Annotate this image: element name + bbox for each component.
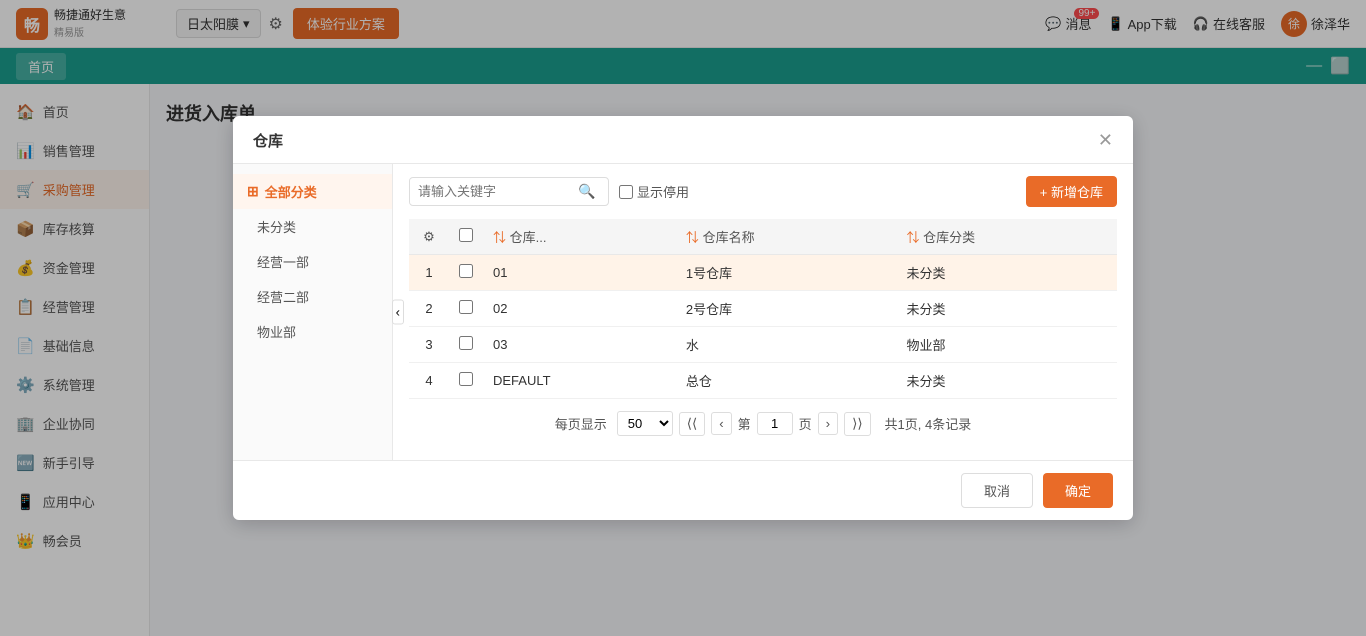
row-name: 1号仓库 — [676, 255, 897, 291]
table-row[interactable]: 3 03 水 物业部 — [409, 327, 1117, 363]
category-label-property: 物业部 — [257, 325, 296, 340]
th-name-label: 仓库名称 — [703, 230, 755, 245]
page-word: 第 — [738, 414, 751, 433]
sort-icon: ⇅ — [493, 230, 506, 245]
th-checkbox[interactable] — [449, 219, 483, 255]
row-code: 01 — [483, 255, 676, 291]
sort-icon-name: ⇅ — [686, 230, 699, 245]
grid-icon: ⊞ — [247, 183, 259, 200]
page-label: 页 — [799, 414, 812, 433]
table-panel: 🔍 显示停用 + 新增仓库 ⚙ ⇅ — [393, 164, 1133, 460]
sort-icon-cat: ⇅ — [906, 230, 919, 245]
category-label-ops1: 经营一部 — [257, 255, 309, 270]
category-label-uncategorized: 未分类 — [257, 220, 296, 235]
row-seq: 2 — [409, 291, 449, 327]
page-size-select[interactable]: 50 100 — [617, 411, 673, 436]
pagination: 每页显示 50 100 ⟨⟨ ‹ 第 页 › ⟩⟩ 共1页, 4条记录 — [409, 399, 1117, 448]
row-category: 未分类 — [896, 363, 1117, 399]
row-seq: 4 — [409, 363, 449, 399]
chevron-left-icon: ‹ — [396, 305, 400, 320]
modal-header: 仓库 ✕ — [233, 116, 1133, 164]
row-checkbox-cell[interactable] — [449, 255, 483, 291]
row-code: DEFAULT — [483, 363, 676, 399]
show-disabled-checkbox[interactable] — [619, 185, 633, 199]
table-body: 1 01 1号仓库 未分类 2 02 2号仓库 未分类 3 — [409, 255, 1117, 399]
category-item-ops1[interactable]: 经营一部 — [233, 244, 392, 279]
category-item-property[interactable]: 物业部 — [233, 314, 392, 349]
table-row[interactable]: 2 02 2号仓库 未分类 — [409, 291, 1117, 327]
table-row[interactable]: 1 01 1号仓库 未分类 — [409, 255, 1117, 291]
search-box: 🔍 — [409, 177, 609, 206]
row-checkbox-cell[interactable] — [449, 291, 483, 327]
page-next-btn[interactable]: › — [818, 412, 838, 435]
th-category-label: 仓库分类 — [923, 230, 975, 245]
row-category: 未分类 — [896, 255, 1117, 291]
page-input[interactable] — [757, 412, 793, 435]
category-item-uncategorized[interactable]: 未分类 — [233, 209, 392, 244]
row-name: 2号仓库 — [676, 291, 897, 327]
modal-title: 仓库 — [253, 130, 283, 151]
table-toolbar: 🔍 显示停用 + 新增仓库 — [409, 176, 1117, 207]
category-label-ops2: 经营二部 — [257, 290, 309, 305]
category-panel: ⊞ 全部分类 未分类 经营一部 经营二部 物业部 ‹ — [233, 164, 393, 460]
row-checkbox-cell[interactable] — [449, 363, 483, 399]
modal-body: ⊞ 全部分类 未分类 经营一部 经营二部 物业部 ‹ — [233, 164, 1133, 460]
row-checkbox[interactable] — [459, 336, 473, 350]
category-all-label: 全部分类 — [265, 182, 317, 201]
page-last-btn[interactable]: ⟩⟩ — [844, 412, 870, 436]
category-item-ops2[interactable]: 经营二部 — [233, 279, 392, 314]
total-info: 共1页, 4条记录 — [885, 414, 972, 433]
search-icon[interactable]: 🔍 — [570, 178, 603, 205]
row-checkbox[interactable] — [459, 372, 473, 386]
page-size-label: 每页显示 — [555, 414, 607, 433]
th-name: ⇅ 仓库名称 — [676, 219, 897, 255]
row-seq: 3 — [409, 327, 449, 363]
th-code: ⇅ 仓库... — [483, 219, 676, 255]
row-code: 02 — [483, 291, 676, 327]
row-checkbox-cell[interactable] — [449, 327, 483, 363]
warehouse-table: ⚙ ⇅ 仓库... ⇅ 仓库名称 ⇅ — [409, 219, 1117, 399]
search-input[interactable] — [410, 179, 570, 204]
new-warehouse-btn[interactable]: + 新增仓库 — [1026, 176, 1117, 207]
show-disabled-label[interactable]: 显示停用 — [619, 182, 689, 201]
page-first-btn[interactable]: ⟨⟨ — [679, 412, 705, 436]
row-seq: 1 — [409, 255, 449, 291]
modal-footer: 取消 确定 — [233, 460, 1133, 520]
row-code: 03 — [483, 327, 676, 363]
row-category: 未分类 — [896, 291, 1117, 327]
th-category: ⇅ 仓库分类 — [896, 219, 1117, 255]
th-code-label: 仓库... — [510, 230, 547, 245]
confirm-button[interactable]: 确定 — [1043, 473, 1113, 508]
row-name: 水 — [676, 327, 897, 363]
row-checkbox[interactable] — [459, 300, 473, 314]
category-all[interactable]: ⊞ 全部分类 — [233, 174, 392, 209]
cancel-button[interactable]: 取消 — [961, 473, 1033, 508]
row-category: 物业部 — [896, 327, 1117, 363]
show-disabled-text: 显示停用 — [637, 182, 689, 201]
th-setting[interactable]: ⚙ — [409, 219, 449, 255]
table-header: ⚙ ⇅ 仓库... ⇅ 仓库名称 ⇅ — [409, 219, 1117, 255]
category-collapse-btn[interactable]: ‹ — [392, 300, 404, 325]
page-prev-btn[interactable]: ‹ — [711, 412, 731, 435]
row-name: 总仓 — [676, 363, 897, 399]
modal-close-btn[interactable]: ✕ — [1098, 130, 1113, 151]
row-checkbox[interactable] — [459, 264, 473, 278]
table-row[interactable]: 4 DEFAULT 总仓 未分类 — [409, 363, 1117, 399]
warehouse-modal: 仓库 ✕ ⊞ 全部分类 未分类 经营一部 经营二部 物业部 ‹ — [233, 116, 1133, 520]
select-all-checkbox[interactable] — [459, 228, 473, 242]
